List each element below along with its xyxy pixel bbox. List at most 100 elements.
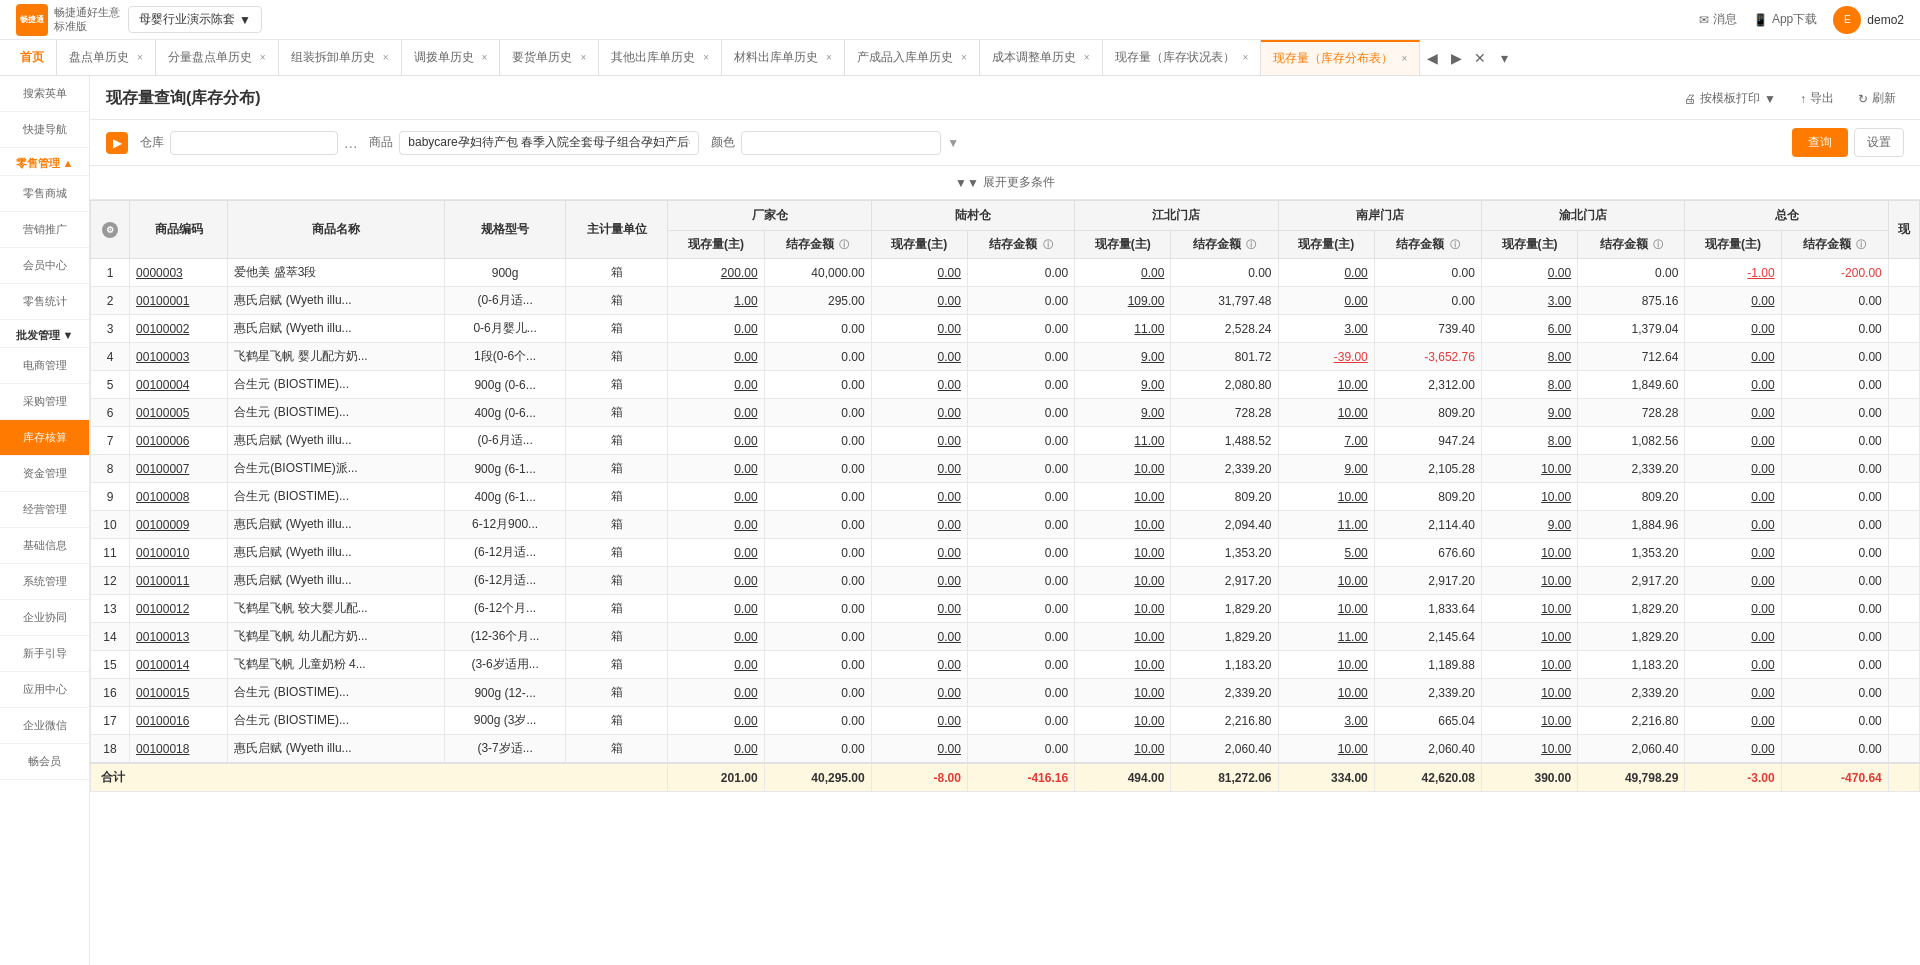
row-code[interactable]: 00100007 <box>130 455 228 483</box>
tab-qitachu-close[interactable]: × <box>703 52 709 63</box>
table-container[interactable]: ⚙ 商品编码 商品名称 规格型号 主计量单位 厂家仓 陆村仓 江北门店 南岸门店… <box>90 200 1920 965</box>
row-ck-qty[interactable]: 0.00 <box>668 315 764 343</box>
row-ck-qty[interactable]: 0.00 <box>668 595 764 623</box>
sidebar-item-purchase[interactable]: 采购管理 <box>0 384 89 420</box>
row-zc-qty[interactable]: 0.00 <box>1685 679 1781 707</box>
row-zc-qty[interactable]: 0.00 <box>1685 287 1781 315</box>
row-na-qty[interactable]: 10.00 <box>1278 399 1374 427</box>
sidebar-item-changhui[interactable]: 畅会员 <box>0 744 89 780</box>
row-yb-qty[interactable]: 10.00 <box>1481 679 1577 707</box>
tab-home[interactable]: 首页 <box>8 40 57 76</box>
row-yb-qty[interactable]: 10.00 <box>1481 623 1577 651</box>
row-lc-qty[interactable]: 0.00 <box>871 595 967 623</box>
info-icon-jb[interactable]: ⓘ <box>1246 239 1256 250</box>
row-na-qty[interactable]: 10.00 <box>1278 567 1374 595</box>
warehouse-dots[interactable]: ... <box>344 134 357 152</box>
row-na-qty[interactable]: 5.00 <box>1278 539 1374 567</box>
row-code[interactable]: 00100015 <box>130 679 228 707</box>
row-jb-qty[interactable]: 9.00 <box>1075 399 1171 427</box>
row-lc-qty[interactable]: 0.00 <box>871 511 967 539</box>
tab-chenben-close[interactable]: × <box>1084 52 1090 63</box>
row-ck-qty[interactable]: 0.00 <box>668 455 764 483</box>
row-code[interactable]: 00100005 <box>130 399 228 427</box>
row-yb-qty[interactable]: 10.00 <box>1481 455 1577 483</box>
tab-qitachu[interactable]: 其他出库单历史 × <box>599 40 722 76</box>
row-na-qty[interactable]: 10.00 <box>1278 679 1374 707</box>
sidebar-item-enterprise[interactable]: 企业协同 <box>0 600 89 636</box>
tab-xiancun-status[interactable]: 现存量（库存状况表） × <box>1103 40 1262 76</box>
row-code[interactable]: 00100018 <box>130 735 228 764</box>
tab-fenliang[interactable]: 分量盘点单历史 × <box>156 40 279 76</box>
row-jb-qty[interactable]: 9.00 <box>1075 371 1171 399</box>
row-code[interactable]: 00100011 <box>130 567 228 595</box>
tab-yaohuo[interactable]: 要货单历史 × <box>500 40 599 76</box>
tab-chanchengru-close[interactable]: × <box>961 52 967 63</box>
tab-yaohuo-close[interactable]: × <box>580 52 586 63</box>
info-icon-na[interactable]: ⓘ <box>1450 239 1460 250</box>
row-lc-qty[interactable]: 0.00 <box>871 567 967 595</box>
sidebar-item-basic-info[interactable]: 基础信息 <box>0 528 89 564</box>
row-ck-qty[interactable]: 0.00 <box>668 511 764 539</box>
row-lc-qty[interactable]: 0.00 <box>871 735 967 764</box>
setting-button[interactable]: 设置 <box>1854 128 1904 157</box>
sidebar-item-apps[interactable]: 应用中心 <box>0 672 89 708</box>
row-code[interactable]: 00100003 <box>130 343 228 371</box>
tab-chanchengru[interactable]: 产成品入库单历史 × <box>845 40 980 76</box>
row-na-qty[interactable]: 11.00 <box>1278 623 1374 651</box>
row-na-qty[interactable]: 10.00 <box>1278 735 1374 764</box>
row-na-qty[interactable]: 7.00 <box>1278 427 1374 455</box>
gear-icon[interactable]: ⚙ <box>102 222 118 238</box>
row-jb-qty[interactable]: 9.00 <box>1075 343 1171 371</box>
row-code[interactable]: 00100013 <box>130 623 228 651</box>
row-jb-qty[interactable]: 10.00 <box>1075 735 1171 764</box>
info-icon-ck[interactable]: ⓘ <box>839 239 849 250</box>
row-code[interactable]: 0000003 <box>130 259 228 287</box>
row-na-qty[interactable]: 10.00 <box>1278 483 1374 511</box>
row-code[interactable]: 00100014 <box>130 651 228 679</box>
row-ck-qty[interactable]: 0.00 <box>668 567 764 595</box>
query-button[interactable]: 查询 <box>1792 128 1848 157</box>
color-dropdown-icon[interactable]: ▼ <box>947 136 959 150</box>
sidebar-item-wechat[interactable]: 企业微信 <box>0 708 89 744</box>
sidebar-item-inventory[interactable]: 库存核算 <box>0 420 89 456</box>
row-lc-qty[interactable]: 0.00 <box>871 371 967 399</box>
sidebar-item-guide[interactable]: 新手引导 <box>0 636 89 672</box>
row-na-qty[interactable]: 9.00 <box>1278 455 1374 483</box>
row-yb-qty[interactable]: 9.00 <box>1481 399 1577 427</box>
row-jb-qty[interactable]: 10.00 <box>1075 483 1171 511</box>
goods-input[interactable] <box>399 131 699 155</box>
row-jb-qty[interactable]: 10.00 <box>1075 679 1171 707</box>
info-icon-zc[interactable]: ⓘ <box>1856 239 1866 250</box>
expand-more-button[interactable]: ▼▼ 展开更多条件 <box>955 170 1055 195</box>
row-zc-qty[interactable]: 0.00 <box>1685 315 1781 343</box>
refresh-button[interactable]: ↻ 刷新 <box>1850 86 1904 111</box>
sidebar-item-finance[interactable]: 资金管理 <box>0 456 89 492</box>
message-button[interactable]: ✉ 消息 <box>1699 11 1737 28</box>
row-na-qty[interactable]: 0.00 <box>1278 259 1374 287</box>
row-code[interactable]: 00100004 <box>130 371 228 399</box>
row-yb-qty[interactable]: 8.00 <box>1481 427 1577 455</box>
row-code[interactable]: 00100006 <box>130 427 228 455</box>
row-zc-qty[interactable]: -1.00 <box>1685 259 1781 287</box>
row-ck-qty[interactable]: 0.00 <box>668 483 764 511</box>
row-jb-qty[interactable]: 10.00 <box>1075 623 1171 651</box>
row-lc-qty[interactable]: 0.00 <box>871 539 967 567</box>
row-zc-qty[interactable]: 0.00 <box>1685 343 1781 371</box>
row-yb-qty[interactable]: 10.00 <box>1481 651 1577 679</box>
row-jb-qty[interactable]: 109.00 <box>1075 287 1171 315</box>
row-lc-qty[interactable]: 0.00 <box>871 399 967 427</box>
row-lc-qty[interactable]: 0.00 <box>871 259 967 287</box>
sidebar-item-search[interactable]: 搜索英单 <box>0 76 89 112</box>
row-ck-qty[interactable]: 0.00 <box>668 651 764 679</box>
tab-expand-button[interactable]: ▾ <box>1492 40 1516 76</box>
print-button[interactable]: 🖨 按模板打印 ▼ <box>1676 86 1784 111</box>
sidebar-section-retail[interactable]: 零售管理 ▲ <box>0 148 89 176</box>
row-zc-qty[interactable]: 0.00 <box>1685 371 1781 399</box>
tab-prev-button[interactable]: ◀ <box>1420 40 1444 76</box>
row-code[interactable]: 00100008 <box>130 483 228 511</box>
row-yb-qty[interactable]: 10.00 <box>1481 567 1577 595</box>
row-jb-qty[interactable]: 10.00 <box>1075 511 1171 539</box>
row-code[interactable]: 00100009 <box>130 511 228 539</box>
row-yb-qty[interactable]: 10.00 <box>1481 539 1577 567</box>
sidebar-item-member[interactable]: 会员中心 <box>0 248 89 284</box>
